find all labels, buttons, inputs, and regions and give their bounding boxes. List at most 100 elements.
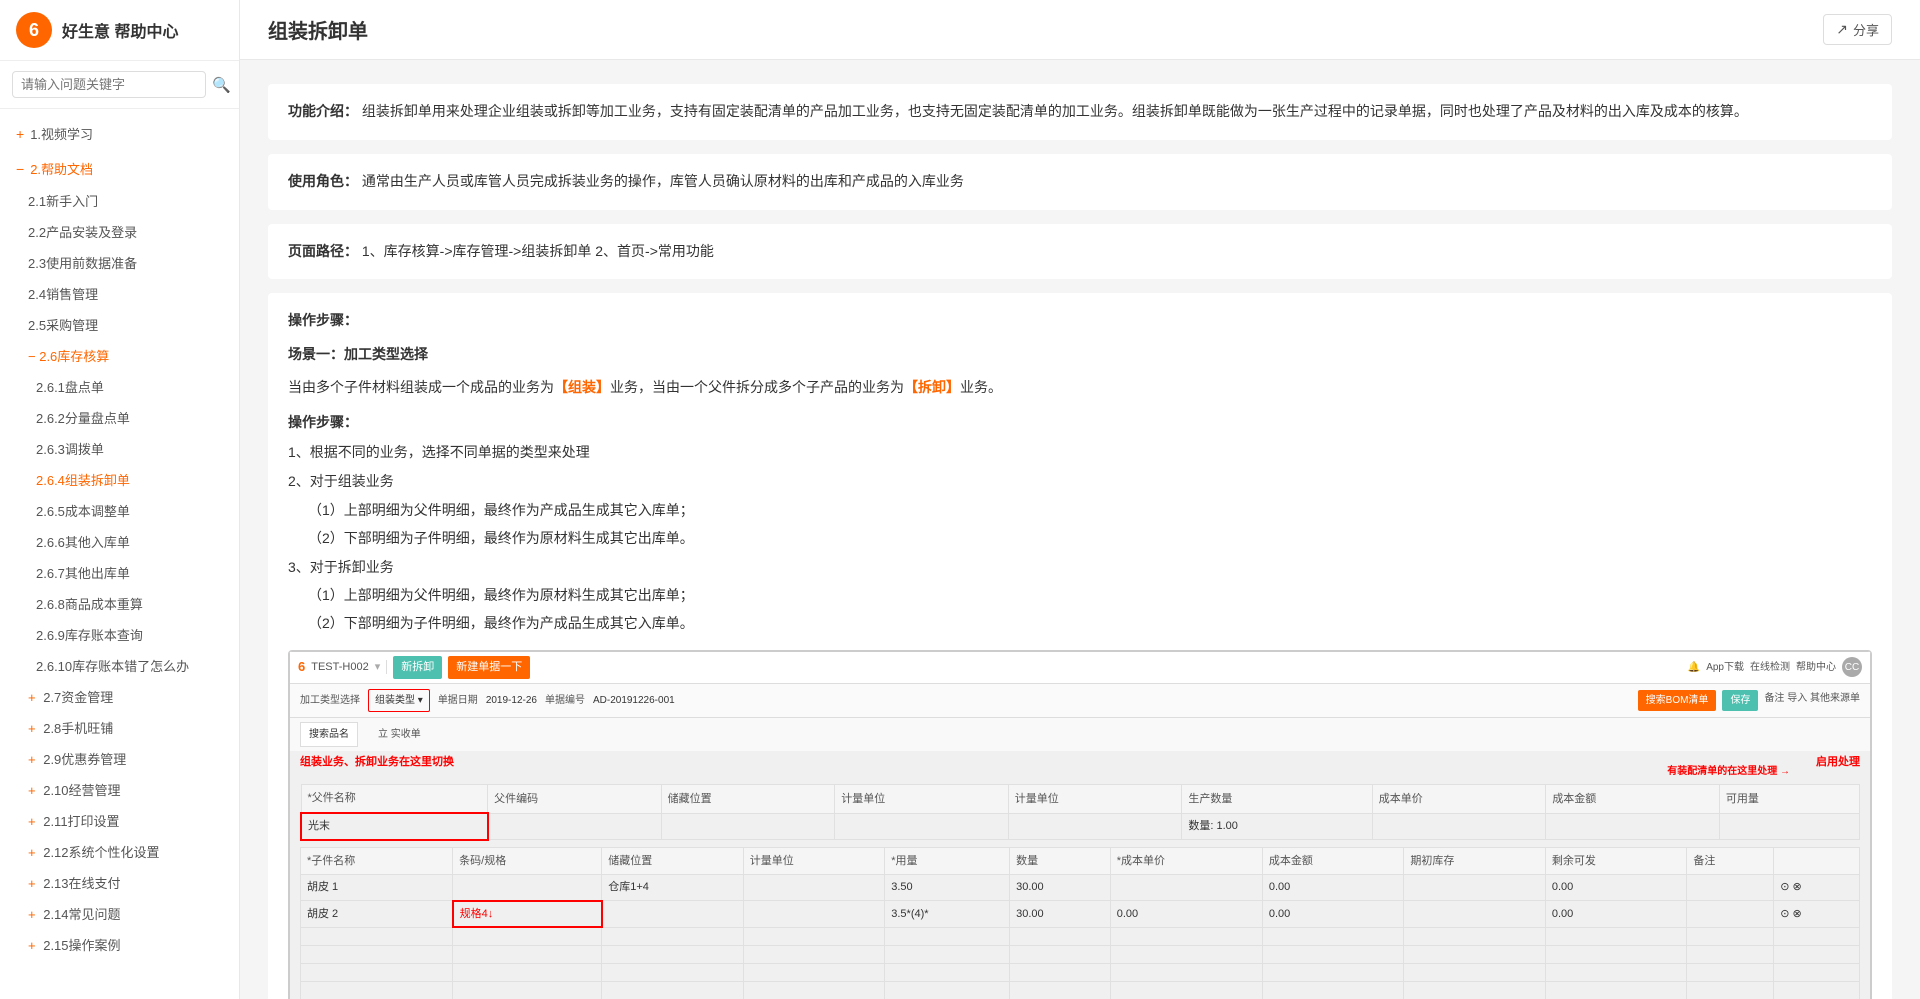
lower-cell-init-stock <box>1404 901 1546 928</box>
main-content: 组装拆卸单 ↗ 分享 功能介绍： 组装拆卸单用来处理企业组装或拆卸等加工业务，支… <box>240 0 1920 999</box>
sidebar-item-cost-recalc[interactable]: 2.6.8商品成本重算 <box>0 588 239 619</box>
nav-section-videos: + 1.视频学习 <box>0 117 239 150</box>
app-new-btn[interactable]: 新建单据一下 <box>448 656 530 679</box>
ann-text-activate: 启用处理 <box>1816 753 1860 772</box>
ops-steps-title: 操作步骤： <box>288 410 1872 435</box>
app-icon3: 在线检测 <box>1750 659 1790 676</box>
sidebar-item-print[interactable]: + 2.11打印设置 <box>0 805 239 836</box>
sidebar-item-label: 2.15操作案例 <box>43 938 120 953</box>
upper-cell-code <box>488 813 662 840</box>
sidebar-item-stocktake[interactable]: 2.6.1盘点单 <box>0 371 239 402</box>
sidebar-item-payment[interactable]: + 2.13在线支付 <box>0 867 239 898</box>
lower-table-container: *子件名称 条码/规格 储藏位置 计量单位 *用量 数量 *成本单价 成本金额 … <box>290 845 1870 999</box>
sidebar-sub-sub-items: 2.6.1盘点单 2.6.2分量盘点单 2.6.3调拨单 2.6.4组装拆卸单 … <box>0 371 239 681</box>
sidebar-item-ledger[interactable]: 2.6.9库存账本查询 <box>0 619 239 650</box>
upper-cell-cost-price <box>1372 813 1546 840</box>
lower-cell-remain: 0.00 <box>1545 875 1687 901</box>
topbar: 组装拆卸单 ↗ 分享 <box>240 0 1920 60</box>
sidebar-item-cases[interactable]: + 2.15操作案例 <box>0 929 239 960</box>
sidebar-item-operations[interactable]: + 2.10经营管理 <box>0 774 239 805</box>
lower-col-cost-price: *成本单价 <box>1110 847 1262 875</box>
plus-icon: + <box>28 876 36 891</box>
toolbar-actions: 搜索BOM清单 保存 备注 导入 其他来源单 <box>1638 690 1860 711</box>
search-input[interactable] <box>12 71 206 98</box>
sidebar-item-other-in[interactable]: 2.6.6其他入库单 <box>0 526 239 557</box>
lower-table-row: 胡皮 1 仓库1+4 3.50 30.00 0.00 0.00 <box>301 875 1860 901</box>
app-icon4: 帮助中心 <box>1796 659 1836 676</box>
role-block: 使用角色： 通常由生产人员或库管人员完成拆装业务的操作，库管人员确认原材料的出库… <box>268 154 1892 210</box>
sidebar-item-mobile[interactable]: + 2.8手机旺铺 <box>0 712 239 743</box>
lower-cell-cost-amt: 0.00 <box>1262 901 1404 928</box>
share-icon: ↗ <box>1836 21 1848 38</box>
sidebar-item-sales[interactable]: 2.4销售管理 <box>0 278 239 309</box>
plus-icon: + <box>28 814 36 829</box>
intro-block: 功能介绍： 组装拆卸单用来处理企业组装或拆卸等加工业务，支持有固定装配清单的产品… <box>268 84 1892 140</box>
sidebar-item-data-prep[interactable]: 2.3使用前数据准备 <box>0 247 239 278</box>
sidebar-item-faq[interactable]: + 2.14常见问题 <box>0 898 239 929</box>
sidebar-item-cost-adj[interactable]: 2.6.5成本调整单 <box>0 495 239 526</box>
intro-text: 组装拆卸单用来处理企业组装或拆卸等加工业务，支持有固定装配清单的产品加工业务，也… <box>362 103 1748 119</box>
sidebar-item-partial-stocktake[interactable]: 2.6.2分量盘点单 <box>0 402 239 433</box>
app-icon1: 🔔 <box>1688 659 1700 676</box>
sidebar-item-videos[interactable]: + 1.视频学习 <box>0 117 239 150</box>
lower-cell-cost-price: 0.00 <box>1110 901 1262 928</box>
path-label: 页面路径： <box>288 243 358 259</box>
path-block: 页面路径： 1、库存核算->库存管理->组装拆卸单 2、首页->常用功能 <box>268 224 1892 280</box>
sidebar-item-install[interactable]: 2.2产品安装及登录 <box>0 216 239 247</box>
plus-icon: + <box>16 126 24 142</box>
sidebar-item-label: 2.14常见问题 <box>43 907 120 922</box>
sidebar-item-other-out[interactable]: 2.6.7其他出库单 <box>0 557 239 588</box>
app-tab-active[interactable]: 新拆卸 <box>393 656 442 679</box>
toolbar-type-select[interactable]: 组装类型 ▾ <box>368 689 430 712</box>
operations-block: 操作步骤： 场景一：加工类型选择 当由多个子件材料组装成一个成品的业务为【组装】… <box>268 293 1892 999</box>
search-icon[interactable]: 🔍 <box>212 76 231 94</box>
confirm-btn[interactable]: 立 实收单 <box>378 726 421 743</box>
step3-sub2: （2）下部明细为子件明细，最终作为产成品生成其它入库单。 <box>308 612 1872 636</box>
share-button[interactable]: ↗ 分享 <box>1823 14 1892 45</box>
ann-row1: 搜索品名 立 实收单 <box>290 718 1870 751</box>
sidebar-item-ledger-fix[interactable]: 2.6.10库存账本错了怎么办 <box>0 650 239 681</box>
toolbar-save-btn[interactable]: 保存 <box>1722 690 1758 711</box>
toolbar-num-label: 单据编号 <box>545 692 585 709</box>
lower-cell-name: 胡皮 2 <box>301 901 453 928</box>
sidebar-item-transfer[interactable]: 2.6.3调拨单 <box>0 433 239 464</box>
upper-col-avail: 可用量 <box>1719 785 1859 813</box>
upper-cell-name: 光末 <box>301 813 488 840</box>
upper-table: *父件名称 父件编码 储藏位置 计量单位 计量单位 生产数量 成本单价 成本金额… <box>300 784 1860 840</box>
upper-cell-location <box>661 813 835 840</box>
sidebar-item-finance[interactable]: + 2.7资金管理 <box>0 681 239 712</box>
sidebar-header: 6 好生意 帮助中心 <box>0 0 239 61</box>
lower-col-remain: 剩余可发 <box>1545 847 1687 875</box>
lower-col-usage: *用量 <box>885 847 1010 875</box>
toolbar-bom-btn[interactable]: 搜索BOM清单 <box>1638 690 1717 711</box>
sidebar-item-inventory[interactable]: − 2.6库存核算 <box>0 340 239 371</box>
sidebar-item-purchase[interactable]: 2.5采购管理 <box>0 309 239 340</box>
sidebar-item-assembly[interactable]: 2.6.4组装拆卸单 <box>0 464 239 495</box>
sidebar-item-docs[interactable]: − 2.帮助文档 <box>0 152 239 185</box>
highlight-assembly: 【组装】 <box>554 379 610 395</box>
sidebar-item-label: 1.视频学习 <box>30 124 93 143</box>
lower-col-name: *子件名称 <box>301 847 453 875</box>
lower-cell-usage: 3.50 <box>885 875 1010 901</box>
upper-cell-avail <box>1719 813 1859 840</box>
divider <box>386 660 387 674</box>
app-id: TEST-H002 <box>311 658 368 677</box>
toolbar-more: 备注 导入 其他来源单 <box>1764 690 1860 711</box>
minus-icon: − <box>16 161 24 177</box>
sidebar-item-coupon[interactable]: + 2.9优惠券管理 <box>0 743 239 774</box>
sidebar-item-label: 2.3使用前数据准备 <box>28 256 137 271</box>
step2-sub2: （2）下部明细为子件明细，最终作为原材料生成其它出库单。 <box>308 527 1872 551</box>
lower-cell-note <box>1687 875 1774 901</box>
lower-cell-location <box>602 901 744 928</box>
plus-icon: + <box>28 845 36 860</box>
toolbar-date: 2019-12-26 <box>486 692 537 709</box>
share-label: 分享 <box>1853 20 1879 39</box>
scene1-desc: 当由多个子件材料组装成一个成品的业务为【组装】业务，当由一个父件拆分成多个子产品… <box>288 375 1872 400</box>
lower-col-qty: 数量 <box>1010 847 1111 875</box>
sidebar-item-system[interactable]: + 2.12系统个性化设置 <box>0 836 239 867</box>
plus-icon: + <box>28 938 36 953</box>
sidebar-item-newbie[interactable]: 2.1新手入门 <box>0 185 239 216</box>
toolbar-type-label: 加工类型选择 <box>300 692 360 709</box>
lower-cell-barcode <box>453 875 602 901</box>
sidebar-item-label: 2.9优惠券管理 <box>43 752 126 767</box>
